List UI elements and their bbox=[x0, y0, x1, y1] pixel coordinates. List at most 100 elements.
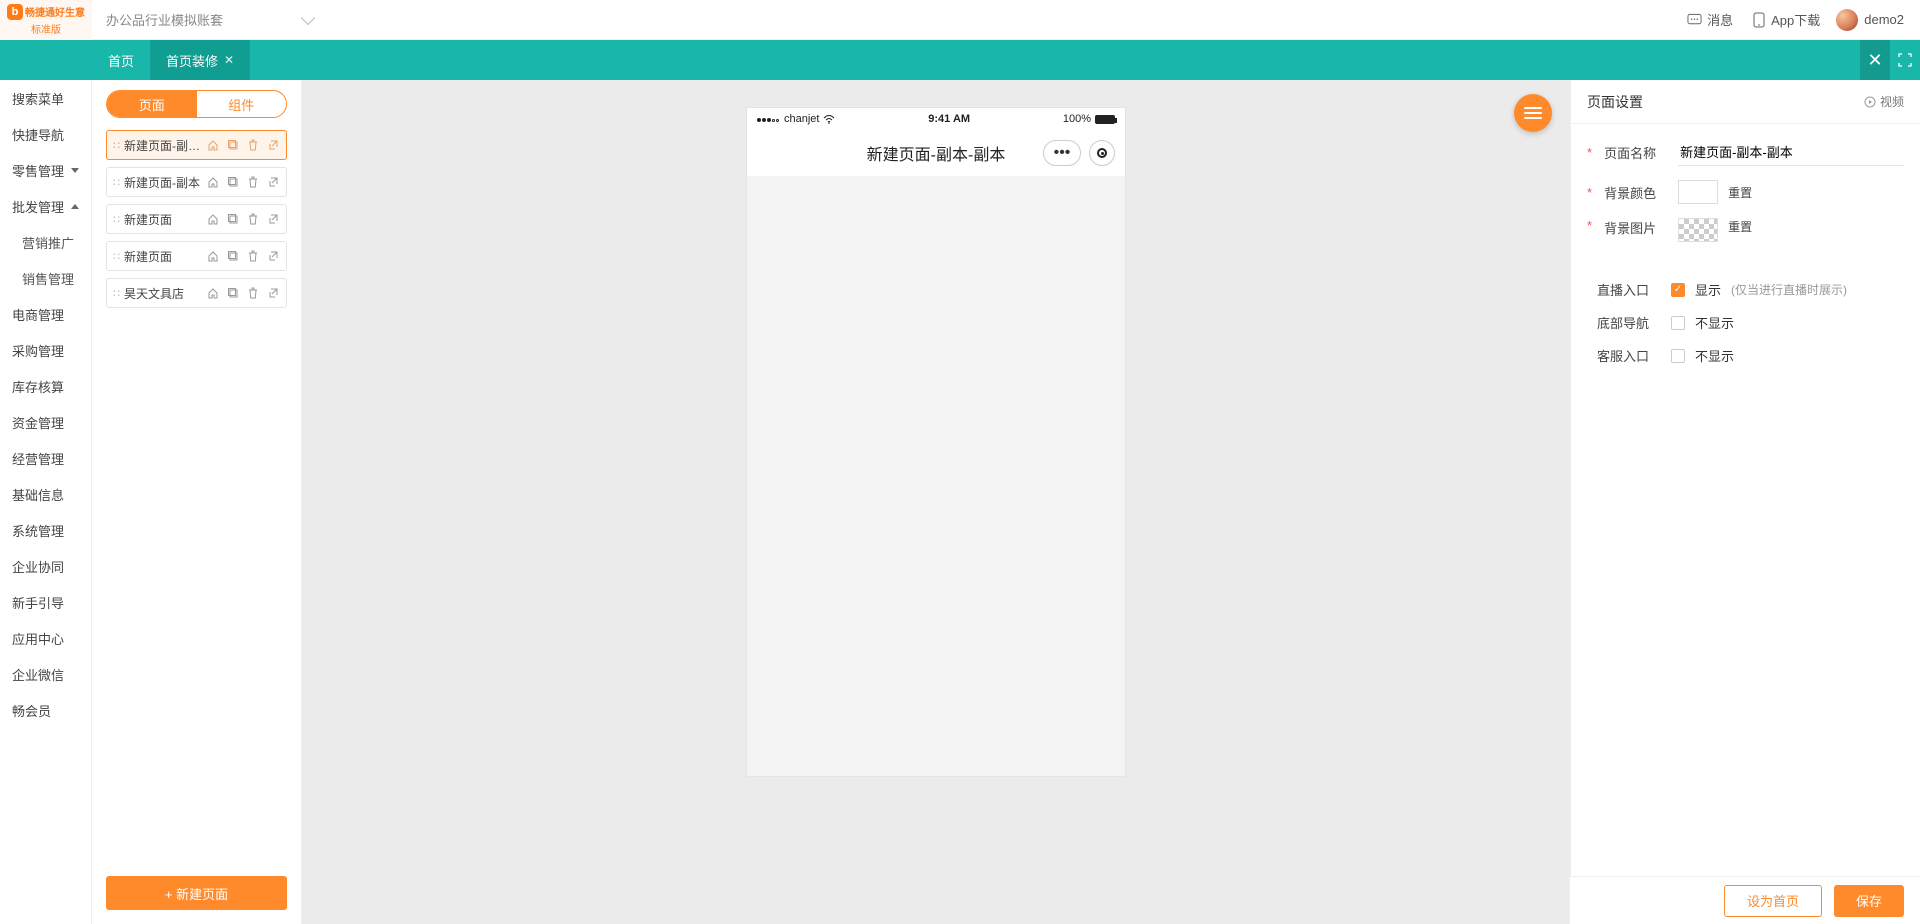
phone-title: 新建页面-副本-副本 bbox=[867, 141, 1006, 165]
page-list-item[interactable]: ∷ 新建页面-副本 bbox=[106, 167, 287, 197]
checkbox-service-entry[interactable] bbox=[1671, 349, 1685, 363]
field-bg-color: * 背景颜色 重置 bbox=[1587, 180, 1904, 204]
settings-panel: 页面设置 视频 * 页面名称 * 背景颜色 重置 bbox=[1570, 80, 1920, 924]
play-icon bbox=[1864, 96, 1876, 108]
close-icon[interactable]: ✕ bbox=[224, 53, 234, 67]
drag-handle-icon[interactable]: ∷ bbox=[113, 139, 118, 152]
copy-icon[interactable] bbox=[226, 138, 240, 152]
segment-page[interactable]: 页面 bbox=[107, 91, 197, 117]
brand-logo[interactable]: b 畅捷通好生意 标准版 bbox=[0, 0, 92, 40]
bg-color-reset[interactable]: 重置 bbox=[1728, 184, 1752, 201]
page-list-item[interactable]: ∷ 昊天文具店 bbox=[106, 278, 287, 308]
sidebar-item-onboarding[interactable]: 新手引导 bbox=[0, 584, 91, 620]
copy-icon[interactable] bbox=[226, 286, 240, 300]
drag-handle-icon[interactable]: ∷ bbox=[113, 176, 118, 189]
checkbox-bottom-nav-label: 不显示 bbox=[1695, 313, 1734, 332]
tab-decoration[interactable]: 首页装修 ✕ bbox=[150, 40, 250, 80]
copy-icon[interactable] bbox=[226, 175, 240, 189]
checkbox-bottom-nav[interactable] bbox=[1671, 316, 1685, 330]
miniapp-menu-button[interactable]: ••• bbox=[1043, 140, 1081, 166]
components-drawer-fab[interactable] bbox=[1514, 94, 1552, 132]
page-list-panel: 页面 组件 ∷ 新建页面-副本… ∷ 新建页面-副本 ∷ 新建页面 ∷ 新建页面… bbox=[92, 80, 302, 924]
home-icon[interactable] bbox=[206, 249, 220, 263]
new-page-button[interactable]: + 新建页面 bbox=[106, 876, 287, 910]
canvas: chanjet 9:41 AM 100% 新建页面-副本-副本 ••• bbox=[302, 80, 1570, 924]
checkbox-live-entry-label: 显示 bbox=[1695, 280, 1721, 299]
sidebar-item-member[interactable]: 畅会员 bbox=[0, 692, 91, 728]
signal-icon bbox=[757, 113, 780, 125]
delete-icon[interactable] bbox=[246, 286, 260, 300]
sidebar-item-wholesale[interactable]: 批发管理 bbox=[0, 188, 91, 224]
delete-icon[interactable] bbox=[246, 175, 260, 189]
sidebar-item-inventory[interactable]: 库存核算 bbox=[0, 368, 91, 404]
copy-icon[interactable] bbox=[226, 249, 240, 263]
field-bottom-nav: 底部导航 不显示 bbox=[1587, 313, 1904, 332]
topbar-message[interactable]: 消息 bbox=[1687, 10, 1733, 29]
share-icon[interactable] bbox=[266, 249, 280, 263]
tabstrip-fullscreen[interactable] bbox=[1890, 40, 1920, 80]
delete-icon[interactable] bbox=[246, 138, 260, 152]
sidebar-item-wecom[interactable]: 企业微信 bbox=[0, 656, 91, 692]
share-icon[interactable] bbox=[266, 286, 280, 300]
field-live-entry: 直播入口 ✓ 显示 (仅当进行直播时展示) bbox=[1587, 280, 1904, 299]
wifi-icon bbox=[823, 115, 835, 124]
tabstrip-close-all[interactable]: ✕ bbox=[1860, 40, 1890, 80]
account-set-select[interactable]: 办公品行业模拟账套 bbox=[106, 10, 313, 29]
page-list-item[interactable]: ∷ 新建页面 bbox=[106, 241, 287, 271]
bg-color-swatch[interactable] bbox=[1678, 180, 1718, 204]
input-page-name[interactable] bbox=[1678, 138, 1904, 166]
sidebar-item-ecommerce[interactable]: 电商管理 bbox=[0, 296, 91, 332]
save-button[interactable]: 保存 bbox=[1834, 885, 1904, 917]
page-list-item[interactable]: ∷ 新建页面-副本… bbox=[106, 130, 287, 160]
copy-icon[interactable] bbox=[226, 212, 240, 226]
share-icon[interactable] bbox=[266, 138, 280, 152]
brand-edition: 标准版 bbox=[31, 21, 61, 36]
sidebar-item-collab[interactable]: 企业协同 bbox=[0, 548, 91, 584]
home-icon[interactable] bbox=[206, 175, 220, 189]
home-icon[interactable] bbox=[206, 138, 220, 152]
segment-component[interactable]: 组件 bbox=[197, 91, 287, 117]
sidebar-item-purchase[interactable]: 采购管理 bbox=[0, 332, 91, 368]
page-name: 新建页面 bbox=[124, 248, 200, 265]
menu-icon bbox=[1524, 107, 1542, 109]
sidebar-item-marketing[interactable]: 营销推广 bbox=[0, 224, 91, 260]
video-help-link[interactable]: 视频 bbox=[1864, 93, 1904, 110]
segmented-control: 页面 组件 bbox=[106, 90, 287, 118]
bg-image-reset[interactable]: 重置 bbox=[1728, 218, 1752, 235]
share-icon[interactable] bbox=[266, 175, 280, 189]
checkbox-live-entry[interactable]: ✓ bbox=[1671, 283, 1685, 297]
carrier-label: chanjet bbox=[784, 113, 819, 125]
miniapp-close-button[interactable] bbox=[1089, 140, 1115, 166]
sidebar-item-operation[interactable]: 经营管理 bbox=[0, 440, 91, 476]
delete-icon[interactable] bbox=[246, 212, 260, 226]
topbar: b 畅捷通好生意 标准版 办公品行业模拟账套 消息 App下载 demo2 bbox=[0, 0, 1920, 40]
sidebar-item-appcenter[interactable]: 应用中心 bbox=[0, 620, 91, 656]
page-name: 新建页面-副本 bbox=[124, 174, 200, 191]
delete-icon[interactable] bbox=[246, 249, 260, 263]
sidebar-item-retail[interactable]: 零售管理 bbox=[0, 152, 91, 188]
label-bg-color: 背景颜色 bbox=[1604, 183, 1668, 202]
home-icon[interactable] bbox=[206, 212, 220, 226]
field-page-name: * 页面名称 bbox=[1587, 138, 1904, 166]
sidebar-item-system[interactable]: 系统管理 bbox=[0, 512, 91, 548]
user-avatar[interactable] bbox=[1836, 9, 1858, 31]
topbar-username[interactable]: demo2 bbox=[1864, 12, 1904, 27]
sidebar-item-quicknav[interactable]: 快捷导航 bbox=[0, 116, 91, 152]
sidebar-item-baseinfo[interactable]: 基础信息 bbox=[0, 476, 91, 512]
bg-image-swatch[interactable] bbox=[1678, 218, 1718, 242]
tab-home[interactable]: 首页 bbox=[92, 40, 150, 80]
home-icon[interactable] bbox=[206, 286, 220, 300]
sidebar-item-sales[interactable]: 销售管理 bbox=[0, 260, 91, 296]
battery-icon bbox=[1095, 115, 1115, 124]
set-home-button[interactable]: 设为首页 bbox=[1724, 885, 1822, 917]
page-list-item[interactable]: ∷ 新建页面 bbox=[106, 204, 287, 234]
brand-name: 畅捷通好生意 bbox=[25, 4, 85, 19]
drag-handle-icon[interactable]: ∷ bbox=[113, 213, 118, 226]
drag-handle-icon[interactable]: ∷ bbox=[113, 287, 118, 300]
share-icon[interactable] bbox=[266, 212, 280, 226]
phone-body[interactable] bbox=[747, 176, 1125, 776]
sidebar-item-funds[interactable]: 资金管理 bbox=[0, 404, 91, 440]
drag-handle-icon[interactable]: ∷ bbox=[113, 250, 118, 263]
topbar-download[interactable]: App下载 bbox=[1751, 10, 1820, 29]
sidebar-item-search[interactable]: 搜索菜单 bbox=[0, 80, 91, 116]
